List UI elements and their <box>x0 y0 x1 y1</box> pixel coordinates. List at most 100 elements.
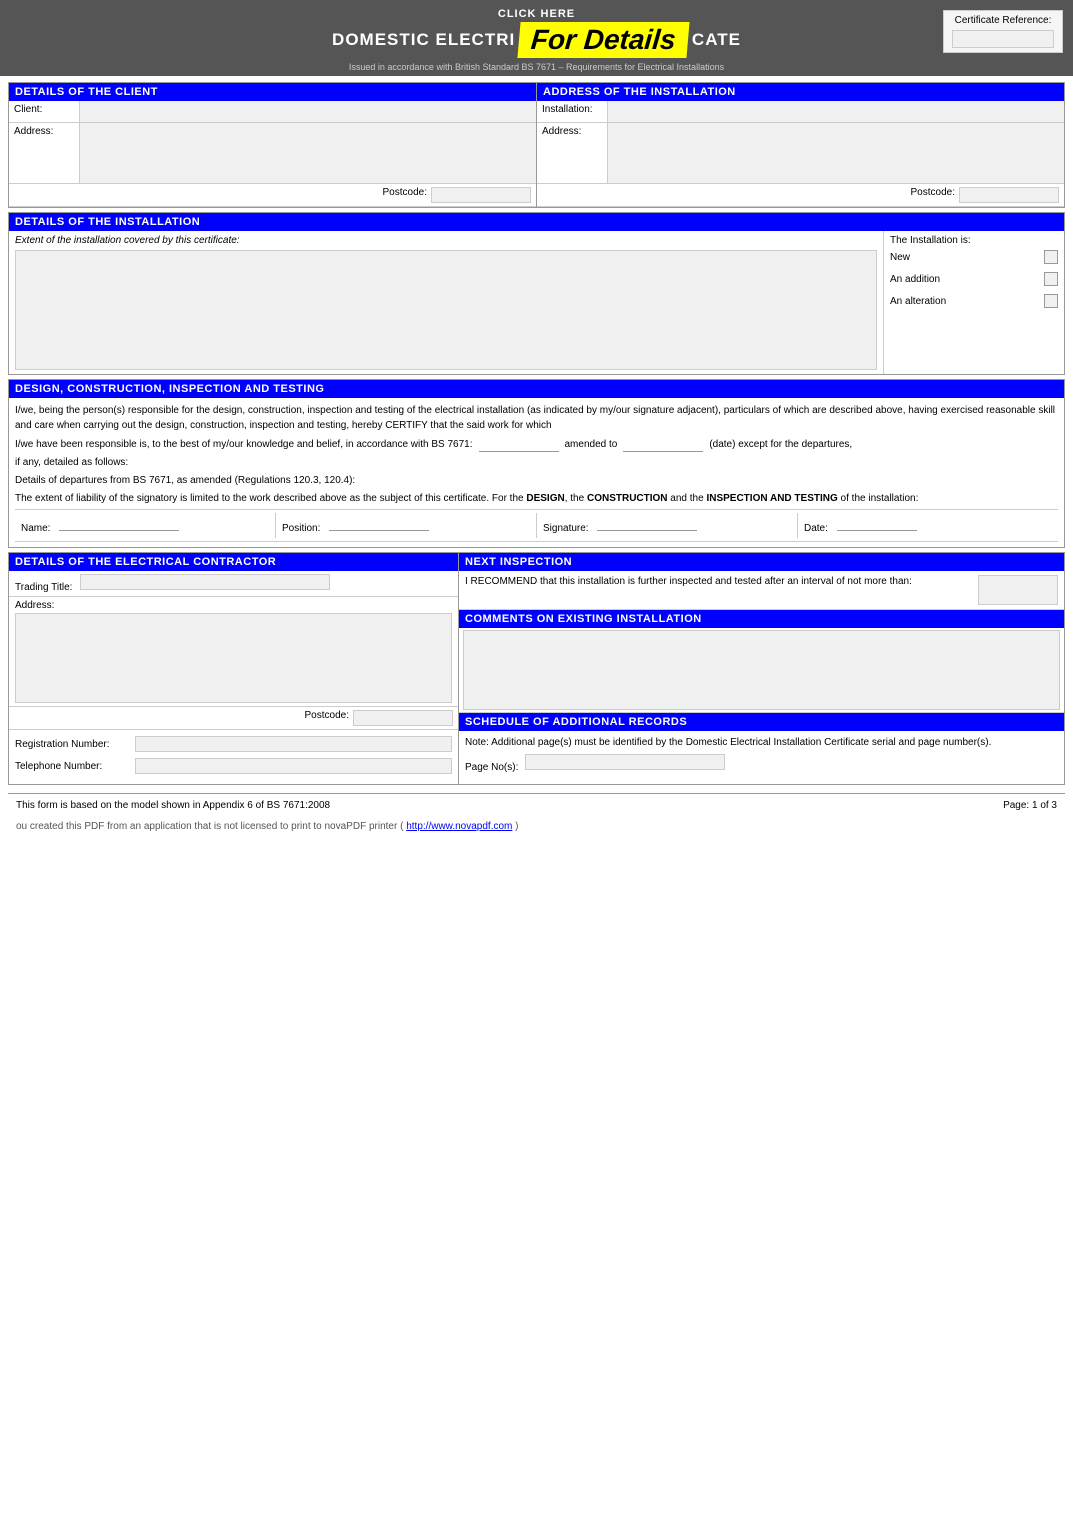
if-any-text: if any, detailed as follows: <box>15 455 1058 470</box>
installation-address-row: Address: <box>537 123 1064 184</box>
design-section: DESIGN, CONSTRUCTION, INSPECTION AND TES… <box>8 379 1065 548</box>
comments-value[interactable] <box>463 630 1060 710</box>
para2-text: I/we have been responsible is, to the be… <box>15 437 473 452</box>
installation-details-header: DETAILS OF THE INSTALLATION <box>9 213 1064 231</box>
alteration-label: An alteration <box>890 296 1038 307</box>
schedule-note: Note: Additional page(s) must be identif… <box>465 735 1058 750</box>
contractor-col: DETAILS OF THE ELECTRICAL CONTRACTOR Tra… <box>9 553 459 784</box>
page-info: Page: 1 of 3 <box>1003 800 1057 811</box>
addition-label: An addition <box>890 274 1038 285</box>
installation-label: Installation: <box>537 101 607 122</box>
next-inspection-header: NEXT INSPECTION <box>459 553 1064 571</box>
click-here-text: CLICK HERE <box>0 8 1073 20</box>
client-address-value[interactable] <box>79 123 536 183</box>
new-checkbox[interactable] <box>1044 250 1058 264</box>
installation-address-col: ADDRESS OF THE INSTALLATION Installation… <box>537 83 1064 207</box>
reg-value[interactable] <box>135 736 452 752</box>
comments-header: COMMENTS ON EXISTING INSTALLATION <box>459 610 1064 628</box>
installation-address-value[interactable] <box>607 123 1064 183</box>
tel-value[interactable] <box>135 758 452 774</box>
subtitle: Issued in accordance with British Standa… <box>0 62 1073 72</box>
addition-checkbox[interactable] <box>1044 272 1058 286</box>
date-label2: Date: <box>804 523 828 534</box>
installation-details-body: Extent of the installation covered by th… <box>9 231 1064 374</box>
position-value[interactable] <box>329 515 429 531</box>
alteration-row: An alteration <box>890 294 1058 308</box>
page-nos-label: Page No(s): <box>465 762 518 773</box>
next-insp-row: I RECOMMEND that this installation is fu… <box>465 575 1058 605</box>
amended-to-value[interactable] <box>623 436 703 452</box>
is-label: The Installation is: <box>890 235 1058 246</box>
installation-address-label: Address: <box>537 123 607 183</box>
for-details-banner[interactable]: For Details <box>518 22 690 58</box>
pdf-suffix: ) <box>515 821 518 832</box>
design-body: I/we, being the person(s) responsible fo… <box>9 398 1064 547</box>
signature-label: Signature: <box>543 523 589 534</box>
pdf-note: ou created this PDF from an application … <box>16 821 403 832</box>
client-label: Client: <box>9 101 79 122</box>
reg-tel-block: Registration Number: Telephone Number: <box>9 730 458 784</box>
contractor-postcode-label: Postcode: <box>305 710 349 726</box>
client-postcode-value[interactable] <box>431 187 531 203</box>
installation-address-header: ADDRESS OF THE INSTALLATION <box>537 83 1064 101</box>
main-title-left: DOMESTIC ELECTRI <box>332 30 515 50</box>
client-address-label: Address: <box>9 123 79 183</box>
schedule-body: Note: Additional page(s) must be identif… <box>459 731 1064 779</box>
contractor-address-value[interactable] <box>15 613 452 703</box>
client-postcode-label: Postcode: <box>383 187 427 203</box>
page-nos-row: Page No(s): <box>465 754 1058 775</box>
client-address-row: Address: <box>9 123 536 184</box>
addition-row: An addition <box>890 272 1058 286</box>
cert-ref-box: Certificate Reference: <box>943 10 1063 53</box>
position-cell: Position: <box>276 513 537 538</box>
signature-value[interactable] <box>597 515 697 531</box>
page-nos-value[interactable] <box>525 754 725 770</box>
installation-postcode-value[interactable] <box>959 187 1059 203</box>
cert-ref-label: Certificate Reference: <box>955 15 1052 26</box>
next-inspection-body: I RECOMMEND that this installation is fu… <box>459 571 1064 609</box>
name-value[interactable] <box>59 515 179 531</box>
signature-cell: Signature: <box>537 513 798 538</box>
position-label: Position: <box>282 523 320 534</box>
installation-left: Extent of the installation covered by th… <box>9 231 884 374</box>
contractor-header: DETAILS OF THE ELECTRICAL CONTRACTOR <box>9 553 458 571</box>
trading-row: Trading Title: <box>9 571 458 597</box>
tel-label: Telephone Number: <box>15 761 135 772</box>
amended-to-text: amended to <box>565 437 618 452</box>
design-para1: I/we, being the person(s) responsible fo… <box>15 403 1058 433</box>
schedule-header: SCHEDULE OF ADDITIONAL RECORDS <box>459 713 1064 731</box>
bs7671-row: I/we have been responsible is, to the be… <box>15 436 1058 452</box>
bs7671-value[interactable] <box>479 436 559 452</box>
contractor-postcode-value[interactable] <box>353 710 453 726</box>
new-label: New <box>890 252 1038 263</box>
trading-value[interactable] <box>80 574 330 590</box>
installation-name-value[interactable] <box>607 101 1064 122</box>
date-except-text: (date) except for the departures, <box>709 437 852 452</box>
next-insp-value[interactable] <box>978 575 1058 605</box>
footer-bottom: ou created this PDF from an application … <box>8 817 1065 836</box>
contractor-address-block: Address: <box>9 597 458 707</box>
extent-label: Extent of the installation covered by th… <box>15 235 877 246</box>
tel-row: Telephone Number: <box>15 758 452 774</box>
name-cell: Name: <box>15 513 276 538</box>
pdf-link[interactable]: http://www.novapdf.com <box>406 821 512 832</box>
trading-label: Trading Title: <box>15 582 72 593</box>
client-name-row: Client: <box>9 101 536 123</box>
date-value[interactable] <box>837 515 917 531</box>
client-header: DETAILS OF THE CLIENT <box>9 83 536 101</box>
client-name-value[interactable] <box>79 101 536 122</box>
form-note: This form is based on the model shown in… <box>16 800 330 811</box>
installation-postcode-row: Postcode: <box>537 184 1064 207</box>
alteration-checkbox[interactable] <box>1044 294 1058 308</box>
client-col: DETAILS OF THE CLIENT Client: Address: P… <box>9 83 537 207</box>
reg-label: Registration Number: <box>15 739 135 750</box>
page: CLICK HERE DOMESTIC ELECTRI For Details … <box>0 0 1073 1532</box>
installation-postcode-label: Postcode: <box>911 187 955 203</box>
bottom-section: DETAILS OF THE ELECTRICAL CONTRACTOR Tra… <box>8 552 1065 785</box>
cert-ref-value[interactable] <box>952 30 1054 48</box>
installation-right: The Installation is: New An addition An … <box>884 231 1064 374</box>
details-departures-text: Details of departures from BS 7671, as a… <box>15 473 1058 488</box>
date-cell: Date: <box>798 513 1058 538</box>
extent-value[interactable] <box>15 250 877 370</box>
sig-row: Name: Position: Signature: Date: <box>15 509 1058 542</box>
